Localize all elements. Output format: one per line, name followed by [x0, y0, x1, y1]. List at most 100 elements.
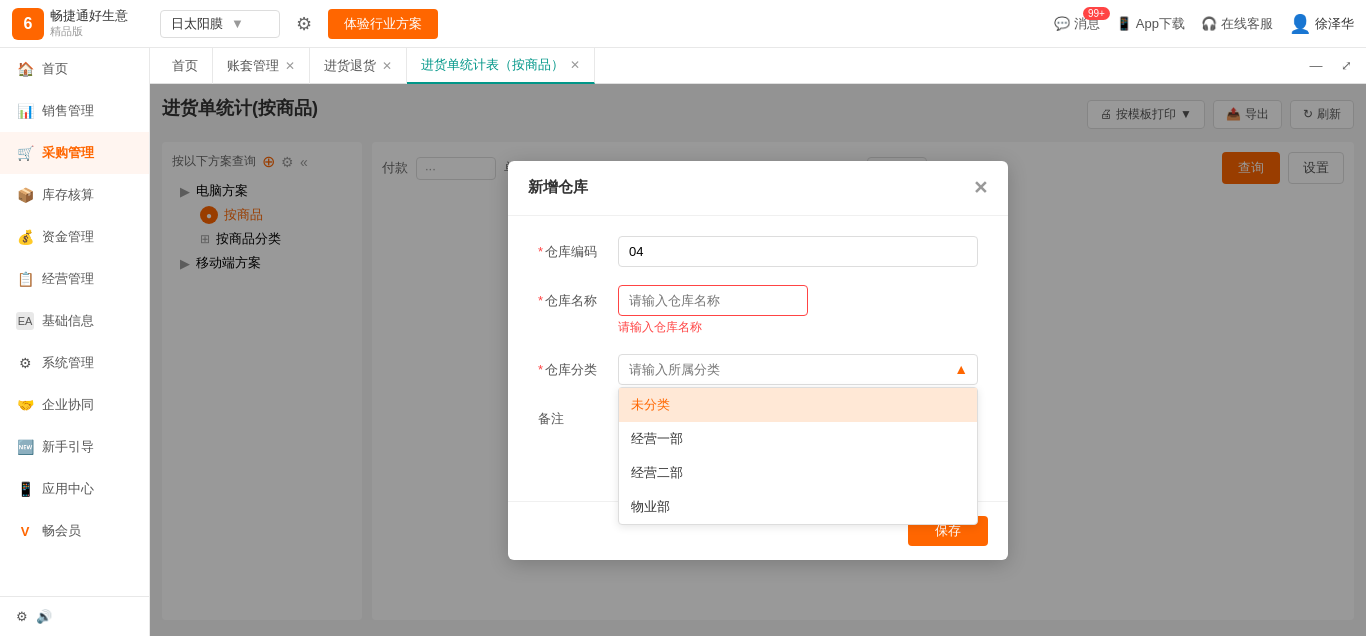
home-icon: 🏠: [16, 60, 34, 78]
tab-expand-button[interactable]: ⤢: [1334, 54, 1358, 78]
warehouse-name-input[interactable]: [618, 285, 808, 316]
headset-icon: 🎧: [1201, 16, 1217, 31]
code-label: 仓库编码: [545, 243, 597, 261]
app-download-label: App下载: [1136, 15, 1185, 33]
gear-button[interactable]: ⚙: [288, 8, 320, 40]
sidebar-item-stock[interactable]: 📦 库存核算: [0, 174, 149, 216]
sidebar-label-app-center: 应用中心: [42, 480, 94, 498]
tab-accounts[interactable]: 账套管理 ✕: [213, 48, 310, 84]
sidebar-bottom: ⚙ 🔊: [0, 596, 149, 636]
sidebar-item-system[interactable]: ⚙ 系统管理: [0, 342, 149, 384]
page-area: 进货单统计(按商品) 🖨 按模板打印 ▼ 📤 导出 ↻ 刷新: [150, 84, 1366, 636]
bottom-gear-icon: ⚙: [16, 609, 28, 624]
category-arrow-icon[interactable]: ▲: [954, 361, 968, 377]
warehouse-code-input[interactable]: [618, 236, 978, 267]
tab-home[interactable]: 首页: [158, 48, 213, 84]
tab-accounts-label: 账套管理: [227, 57, 279, 75]
name-label: 仓库名称: [545, 292, 597, 310]
sales-icon: 📊: [16, 102, 34, 120]
sidebar-label-sales: 销售管理: [42, 102, 94, 120]
sidebar-item-operation[interactable]: 📋 经营管理: [0, 258, 149, 300]
tab-right-controls: — ⤢: [1304, 54, 1358, 78]
sidebar-item-basic[interactable]: EA 基础信息: [0, 300, 149, 342]
sidebar-label-basic: 基础信息: [42, 312, 94, 330]
message-button[interactable]: 💬 消息 99+: [1054, 15, 1100, 33]
app-name: 畅捷通好生意: [50, 8, 128, 25]
app-logo: 6: [12, 8, 44, 40]
stock-icon: 📦: [16, 186, 34, 204]
store-selector[interactable]: 日太阳膜 ▼: [160, 10, 280, 38]
modal-close-button[interactable]: ✕: [973, 177, 988, 199]
online-service-label: 在线客服: [1221, 15, 1273, 33]
tab-purchase-stat-label: 进货单统计表（按商品）: [421, 56, 564, 74]
app-center-icon: 📱: [16, 480, 34, 498]
basic-icon: EA: [16, 312, 34, 330]
remark-label: 备注: [538, 410, 564, 428]
purchase-icon: 🛒: [16, 144, 34, 162]
field-warehouse-code: * 仓库编码: [538, 236, 978, 267]
modal-header: 新增仓库 ✕: [508, 161, 1008, 216]
modal-title: 新增仓库: [528, 178, 588, 197]
sidebar-bottom-settings[interactable]: ⚙ 🔊: [0, 597, 149, 636]
name-error-msg: 请输入仓库名称: [618, 319, 978, 336]
message-icon: 💬: [1054, 16, 1070, 31]
dropdown-item-dept3[interactable]: 物业部: [619, 490, 977, 524]
trial-button[interactable]: 体验行业方案: [328, 9, 438, 39]
user-name: 徐泽华: [1315, 15, 1354, 33]
main-content: 首页 账套管理 ✕ 进货退货 ✕ 进货单统计表（按商品） ✕ — ⤢ 进货单统计…: [150, 48, 1366, 636]
sidebar-label-operation: 经营管理: [42, 270, 94, 288]
member-icon: V: [16, 522, 34, 540]
sidebar-item-home[interactable]: 🏠 首页: [0, 48, 149, 90]
sidebar-label-member: 畅会员: [42, 522, 81, 540]
guide-icon: 🆕: [16, 438, 34, 456]
category-dropdown: 未分类 经营一部 经营二部 物业部: [618, 387, 978, 525]
sidebar-label-stock: 库存核算: [42, 186, 94, 204]
top-bar: 6 畅捷通好生意 精品版 日太阳膜 ▼ ⚙ 体验行业方案 💬 消息 99+ 📱 …: [0, 0, 1366, 48]
dropdown-item-dept1[interactable]: 经营一部: [619, 422, 977, 456]
sidebar-label-home: 首页: [42, 60, 68, 78]
sidebar-item-sales[interactable]: 📊 销售管理: [0, 90, 149, 132]
tab-purchase-return-close[interactable]: ✕: [382, 59, 392, 73]
sidebar-label-finance: 资金管理: [42, 228, 94, 246]
dropdown-item-none[interactable]: 未分类: [619, 388, 977, 422]
tab-minimize-button[interactable]: —: [1304, 54, 1328, 78]
bottom-sound-icon: 🔊: [36, 609, 52, 624]
main-layout: 🏠 首页 📊 销售管理 🛒 采购管理 📦 库存核算 💰 资金管理 📋 经营管理 …: [0, 48, 1366, 636]
modal-add-warehouse: 新增仓库 ✕ * 仓库编码: [508, 161, 1008, 560]
dropdown-item-dept2[interactable]: 经营二部: [619, 456, 977, 490]
app-download-button[interactable]: 📱 App下载: [1116, 15, 1185, 33]
store-name: 日太阳膜: [171, 15, 223, 33]
sidebar-item-finance[interactable]: 💰 资金管理: [0, 216, 149, 258]
required-star-name: *: [538, 293, 543, 308]
download-icon: 📱: [1116, 16, 1132, 31]
user-avatar-icon: 👤: [1289, 13, 1311, 35]
tab-accounts-close[interactable]: ✕: [285, 59, 295, 73]
field-warehouse-name: * 仓库名称 请输入仓库名称: [538, 285, 978, 336]
enterprise-icon: 🤝: [16, 396, 34, 414]
logo-area: 6 畅捷通好生意 精品版: [12, 8, 152, 40]
message-badge: 99+: [1083, 7, 1110, 20]
modal-body: * 仓库编码 * 仓库名称: [508, 216, 1008, 501]
sidebar-label-guide: 新手引导: [42, 438, 94, 456]
sidebar-item-member[interactable]: V 畅会员: [0, 510, 149, 552]
sidebar: 🏠 首页 📊 销售管理 🛒 采购管理 📦 库存核算 💰 资金管理 📋 经营管理 …: [0, 48, 150, 636]
sidebar-item-purchase[interactable]: 🛒 采购管理: [0, 132, 149, 174]
online-service-button[interactable]: 🎧 在线客服: [1201, 15, 1273, 33]
required-star-cat: *: [538, 362, 543, 377]
modal-overlay: 新增仓库 ✕ * 仓库编码: [150, 84, 1366, 636]
tab-purchase-stat[interactable]: 进货单统计表（按商品） ✕: [407, 48, 595, 84]
sidebar-label-purchase: 采购管理: [42, 144, 94, 162]
sidebar-item-enterprise[interactable]: 🤝 企业协同: [0, 384, 149, 426]
category-input[interactable]: [618, 354, 978, 385]
tab-purchase-stat-close[interactable]: ✕: [570, 58, 580, 72]
user-area[interactable]: 👤 徐泽华: [1289, 13, 1354, 35]
store-dropdown-icon: ▼: [231, 16, 244, 31]
sidebar-item-guide[interactable]: 🆕 新手引导: [0, 426, 149, 468]
field-warehouse-category: * 仓库分类 ▲ 未分类 经营一部: [538, 354, 978, 385]
tab-purchase-return[interactable]: 进货退货 ✕: [310, 48, 407, 84]
tab-purchase-return-label: 进货退货: [324, 57, 376, 75]
sidebar-item-app-center[interactable]: 📱 应用中心: [0, 468, 149, 510]
tab-bar: 首页 账套管理 ✕ 进货退货 ✕ 进货单统计表（按商品） ✕ — ⤢: [150, 48, 1366, 84]
system-icon: ⚙: [16, 354, 34, 372]
sidebar-label-enterprise: 企业协同: [42, 396, 94, 414]
